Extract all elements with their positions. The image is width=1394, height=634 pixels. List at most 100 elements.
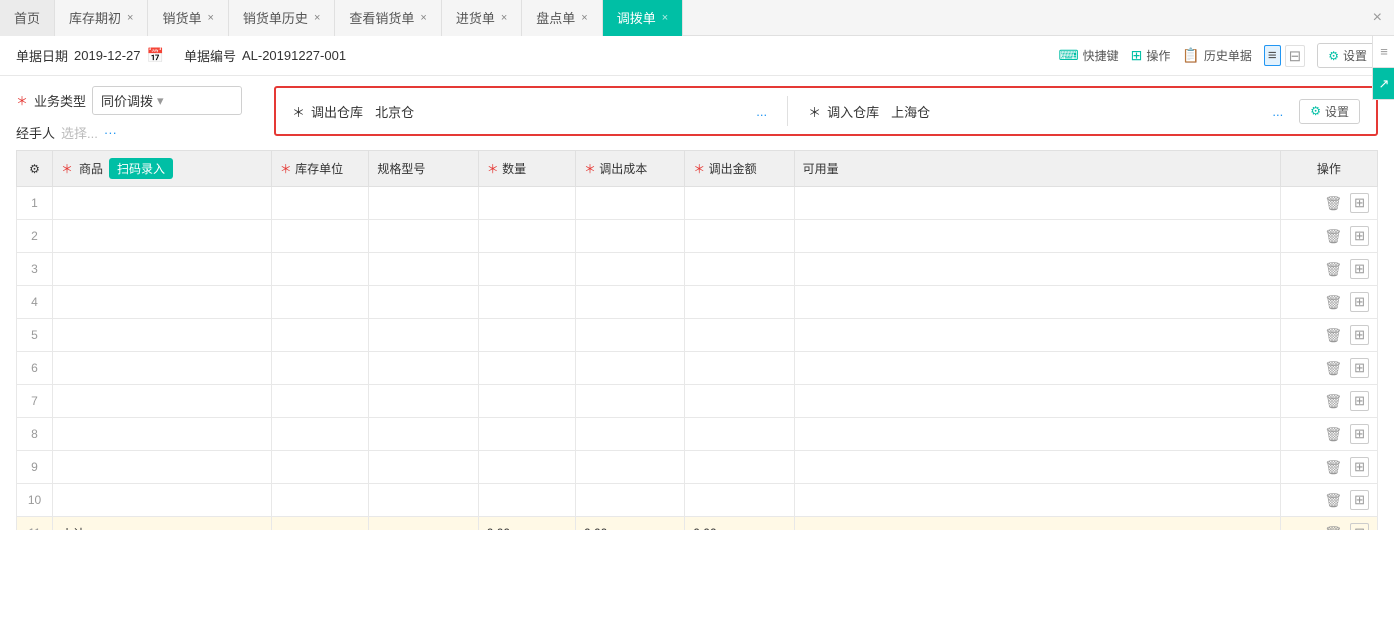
copy-icon[interactable]: ⊞ <box>1350 193 1369 213</box>
row-qty[interactable] <box>478 418 575 451</box>
shortcut-button[interactable]: ⌨ 快捷键 <box>1058 47 1118 64</box>
scan-button[interactable]: 扫码录入 <box>109 158 173 179</box>
business-type-select[interactable]: 同价调拨 ▾ <box>92 86 242 115</box>
row-amount[interactable] <box>685 220 794 253</box>
row-cost[interactable] <box>575 220 684 253</box>
sidebar-export-icon[interactable]: ↗ <box>1373 68 1394 100</box>
copy-icon[interactable]: ⊞ <box>1350 490 1369 510</box>
tab-purchase-order-close[interactable]: × <box>501 12 507 24</box>
row-product[interactable] <box>53 352 272 385</box>
row-spec[interactable] <box>369 385 478 418</box>
row-amount[interactable] <box>685 253 794 286</box>
row-unit[interactable] <box>271 484 369 517</box>
history-button[interactable]: 📋 历史单据 <box>1182 47 1251 64</box>
tab-home[interactable]: 首页 <box>0 0 55 36</box>
copy-icon[interactable]: ⊞ <box>1350 259 1369 279</box>
tab-transfer-order[interactable]: 调拨单 × <box>603 0 683 36</box>
row-amount[interactable] <box>685 319 794 352</box>
row-spec[interactable] <box>369 187 478 220</box>
row-product[interactable] <box>53 220 272 253</box>
person-select[interactable]: 选择... <box>61 123 98 142</box>
delete-icon[interactable]: 🗑 <box>1324 294 1342 311</box>
delete-icon[interactable]: 🗑 <box>1324 195 1342 212</box>
row-spec[interactable] <box>369 220 478 253</box>
row-cost[interactable] <box>575 187 684 220</box>
row-product[interactable] <box>53 385 272 418</box>
row-amount[interactable] <box>685 187 794 220</box>
person-more-icon[interactable]: ··· <box>104 125 117 140</box>
delete-icon[interactable]: 🗑 <box>1324 393 1342 410</box>
tab-sales-order[interactable]: 销货单 × <box>148 0 228 36</box>
row-unit[interactable] <box>271 352 369 385</box>
row-qty[interactable] <box>478 286 575 319</box>
row-available[interactable] <box>794 484 1280 517</box>
row-unit[interactable] <box>271 451 369 484</box>
close-all-button[interactable]: × <box>1361 0 1394 36</box>
wh-out-more[interactable]: ... <box>756 104 767 119</box>
row-qty[interactable] <box>478 484 575 517</box>
row-cost[interactable] <box>575 319 684 352</box>
row-qty[interactable] <box>478 319 575 352</box>
tab-inventory-init-close[interactable]: × <box>127 12 133 24</box>
row-product[interactable] <box>53 484 272 517</box>
delete-icon[interactable]: 🗑 <box>1324 228 1342 245</box>
row-available[interactable] <box>794 187 1280 220</box>
row-amount[interactable] <box>685 286 794 319</box>
row-qty[interactable] <box>478 187 575 220</box>
row-available[interactable] <box>794 220 1280 253</box>
row-qty[interactable] <box>478 220 575 253</box>
row-available[interactable] <box>794 418 1280 451</box>
table-gear-icon[interactable]: ⚙ <box>29 162 40 176</box>
row-qty[interactable] <box>478 253 575 286</box>
row-qty[interactable] <box>478 352 575 385</box>
subtotal-delete-icon[interactable]: 🗑 <box>1324 525 1342 531</box>
row-unit[interactable] <box>271 187 369 220</box>
row-cost[interactable] <box>575 253 684 286</box>
row-product[interactable] <box>53 319 272 352</box>
row-cost[interactable] <box>575 385 684 418</box>
row-cost[interactable] <box>575 418 684 451</box>
row-product[interactable] <box>53 286 272 319</box>
tab-view-sales-close[interactable]: × <box>420 12 426 24</box>
tab-view-sales[interactable]: 查看销货单 × <box>335 0 441 36</box>
row-product[interactable] <box>53 187 272 220</box>
row-spec[interactable] <box>369 253 478 286</box>
calendar-icon[interactable]: 📅 <box>147 47 164 64</box>
tab-transfer-order-close[interactable]: × <box>662 12 668 24</box>
tab-sales-history-close[interactable]: × <box>314 12 320 24</box>
copy-icon[interactable]: ⊞ <box>1350 226 1369 246</box>
row-unit[interactable] <box>271 220 369 253</box>
delete-icon[interactable]: 🗑 <box>1324 426 1342 443</box>
row-amount[interactable] <box>685 418 794 451</box>
copy-icon[interactable]: ⊞ <box>1350 292 1369 312</box>
row-qty[interactable] <box>478 451 575 484</box>
row-amount[interactable] <box>685 451 794 484</box>
subtotal-copy-icon[interactable]: ⊞ <box>1350 523 1369 530</box>
wh-settings-btn[interactable]: ⚙ 设置 <box>1299 99 1360 124</box>
list-view-icon[interactable]: ≡ <box>1264 45 1281 66</box>
row-available[interactable] <box>794 286 1280 319</box>
row-available[interactable] <box>794 319 1280 352</box>
tab-sales-history[interactable]: 销货单历史 × <box>229 0 335 36</box>
copy-icon[interactable]: ⊞ <box>1350 457 1369 477</box>
sidebar-list-icon[interactable]: ≡ <box>1373 36 1394 68</box>
row-amount[interactable] <box>685 352 794 385</box>
row-unit[interactable] <box>271 286 369 319</box>
row-unit[interactable] <box>271 253 369 286</box>
copy-icon[interactable]: ⊞ <box>1350 391 1369 411</box>
tab-inventory-init[interactable]: 库存期初 × <box>55 0 148 36</box>
row-spec[interactable] <box>369 319 478 352</box>
row-spec[interactable] <box>369 352 478 385</box>
row-cost[interactable] <box>575 286 684 319</box>
row-unit[interactable] <box>271 319 369 352</box>
delete-icon[interactable]: 🗑 <box>1324 360 1342 377</box>
copy-icon[interactable]: ⊞ <box>1350 358 1369 378</box>
tab-sales-order-close[interactable]: × <box>207 12 213 24</box>
row-spec[interactable] <box>369 418 478 451</box>
row-cost[interactable] <box>575 451 684 484</box>
row-available[interactable] <box>794 451 1280 484</box>
row-product[interactable] <box>53 253 272 286</box>
delete-icon[interactable]: 🗑 <box>1324 261 1342 278</box>
row-cost[interactable] <box>575 484 684 517</box>
row-amount[interactable] <box>685 385 794 418</box>
